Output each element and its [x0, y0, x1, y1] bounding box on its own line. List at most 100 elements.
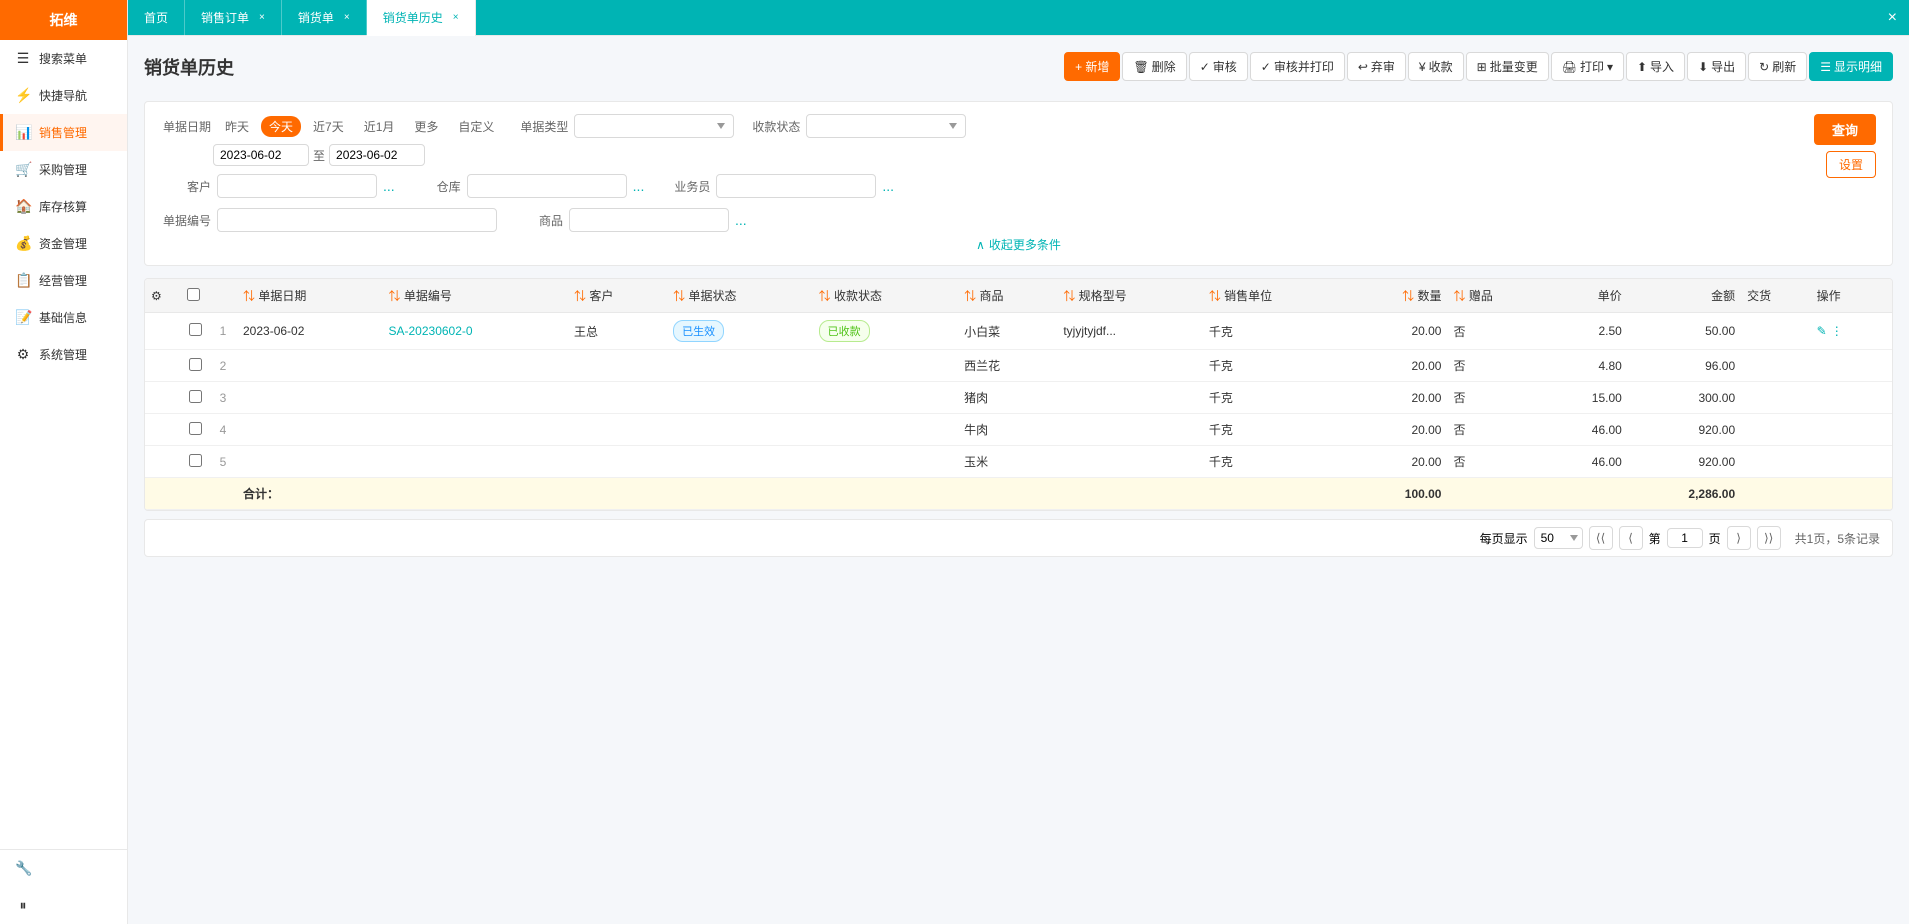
tab-sales-goods[interactable]: 销货单 × [282, 0, 367, 36]
first-page-button[interactable]: ⟨⟨ [1589, 526, 1613, 550]
th-checkbox[interactable] [181, 279, 209, 313]
sidebar-item-purchase-mgmt[interactable]: 🛒 采购管理 [0, 151, 127, 188]
goods-input[interactable] [569, 208, 729, 232]
tab-sales-history[interactable]: 销货单历史 × [367, 0, 476, 36]
filter-settings-button[interactable]: 设置 [1826, 151, 1876, 178]
th-unit[interactable]: ⇅ 销售单位 [1203, 279, 1349, 313]
date-tab-more[interactable]: 更多 [406, 116, 446, 137]
audit-print-button[interactable]: ✓ 审核并打印 [1250, 52, 1345, 81]
th-qty[interactable]: ⇅ 数量 [1348, 279, 1447, 313]
date-tab-today[interactable]: 今天 [261, 116, 301, 137]
delete-button[interactable]: 🗑 删除 [1122, 52, 1186, 81]
row-checkbox[interactable] [189, 422, 202, 435]
td-checkbox[interactable] [181, 414, 209, 446]
sidebar-item-finance[interactable]: 💰 资金管理 [0, 225, 127, 262]
td-date [237, 414, 383, 446]
row-checkbox[interactable] [189, 323, 202, 336]
close-sales-history-icon[interactable]: × [453, 12, 459, 23]
print-button[interactable]: 🖨 打印 ▾ [1551, 52, 1624, 81]
date-tab-1month[interactable]: 近1月 [356, 116, 403, 137]
type-label: 单据类型 [518, 118, 568, 135]
sidebar-bottom-item-1[interactable]: 🔧 [0, 850, 127, 887]
collapse-button[interactable]: ∧ 收起更多条件 [976, 236, 1061, 253]
date-tab-7days[interactable]: 近7天 [305, 116, 352, 137]
date-tab-yesterday[interactable]: 昨天 [217, 116, 257, 137]
goods-dots-btn[interactable]: ... [735, 212, 747, 228]
th-doc-status[interactable]: ⇅ 单据状态 [667, 279, 813, 313]
th-customer[interactable]: ⇅ 客户 [568, 279, 667, 313]
td-unit: 千克 [1203, 446, 1349, 478]
tab-home[interactable]: 首页 [128, 0, 185, 36]
collect-button[interactable]: ¥ 收款 [1408, 52, 1464, 81]
sidebar-item-label: 库存核算 [39, 198, 87, 215]
refresh-button[interactable]: ↻ 刷新 [1748, 52, 1807, 81]
basic-info-icon: 📝 [15, 309, 31, 326]
th-gift[interactable]: ⇅ 赠品 [1447, 279, 1546, 313]
th-docno[interactable]: ⇅ 单据编号 [383, 279, 568, 313]
sidebar-bottom-item-2[interactable]: ⏸ [0, 887, 127, 924]
sort-icon-9: ⇅ [1402, 289, 1414, 303]
table-header-row: ⚙ ⇅ 单据日期 ⇅ 单据编号 ⇅ 客户 ⇅ 单据状态 ⇅ 收款状态 ⇅ 商品 … [145, 279, 1892, 313]
more-action[interactable]: ⋮ [1831, 324, 1843, 338]
close-sales-goods-icon[interactable]: × [344, 12, 350, 23]
bottom-icon-2: ⏸ [15, 897, 31, 914]
page-number-input[interactable] [1667, 528, 1703, 548]
sidebar-item-search-menu[interactable]: ☰ 搜索菜单 [0, 40, 127, 77]
sidebar-item-sys-mgmt[interactable]: ⚙ 系统管理 [0, 336, 127, 373]
th-pay-status[interactable]: ⇅ 收款状态 [813, 279, 959, 313]
row-checkbox[interactable] [189, 358, 202, 371]
warehouse-input[interactable] [467, 174, 627, 198]
td-action: ✎⋮ [1811, 313, 1892, 350]
td-checkbox[interactable] [181, 350, 209, 382]
td-customer [568, 446, 667, 478]
td-checkbox[interactable] [181, 382, 209, 414]
close-sales-order-icon[interactable]: × [259, 12, 265, 23]
payment-select[interactable] [806, 114, 966, 138]
sidebar-item-quick-nav[interactable]: ⚡ 快捷导航 [0, 77, 127, 114]
th-settings[interactable]: ⚙ [145, 279, 181, 313]
tab-sales-order[interactable]: 销售订单 × [185, 0, 282, 36]
prev-page-button[interactable]: ⟨ [1619, 526, 1643, 550]
next-page-button[interactable]: ⟩ [1727, 526, 1751, 550]
salesperson-dots-btn[interactable]: ... [882, 178, 894, 194]
tab-bar-close-icon[interactable]: × [1876, 9, 1909, 27]
td-checkbox[interactable] [181, 313, 209, 350]
export-button[interactable]: ⬇ 导出 [1687, 52, 1746, 81]
edit-action[interactable]: ✎ [1817, 324, 1827, 338]
table-row: 3 猪肉 千克 20.00 否 15.00 300.00 [145, 382, 1892, 414]
salesperson-input[interactable] [716, 174, 876, 198]
new-button[interactable]: + 新增 [1064, 52, 1120, 81]
date-tab-custom[interactable]: 自定义 [450, 116, 502, 137]
filter-payment-item: 收款状态 [750, 114, 966, 138]
select-all-checkbox[interactable] [187, 288, 200, 301]
th-spec[interactable]: ⇅ 规格型号 [1057, 279, 1203, 313]
td-checkbox[interactable] [181, 446, 209, 478]
docno-input[interactable] [217, 208, 497, 232]
th-goods[interactable]: ⇅ 商品 [958, 279, 1057, 313]
date-from-input[interactable] [213, 144, 309, 166]
customer-input[interactable] [217, 174, 377, 198]
th-action: 操作 [1811, 279, 1892, 313]
sidebar-item-basic-info[interactable]: 📝 基础信息 [0, 299, 127, 336]
last-page-button[interactable]: ⟩⟩ [1757, 526, 1781, 550]
date-range: 昨天 今天 近7天 近1月 更多 自定义 [217, 116, 502, 137]
row-checkbox[interactable] [189, 454, 202, 467]
th-date[interactable]: ⇅ 单据日期 [237, 279, 383, 313]
abandon-button[interactable]: ↩ 弃审 [1347, 52, 1406, 81]
import-button[interactable]: ⬆ 导入 [1626, 52, 1685, 81]
sidebar-item-ops[interactable]: 📋 经营管理 [0, 262, 127, 299]
batch-change-button[interactable]: ⊞ 批量变更 [1466, 52, 1549, 81]
date-to-input[interactable] [329, 144, 425, 166]
audit-button[interactable]: ✓ 审核 [1189, 52, 1248, 81]
sidebar-item-sales-mgmt[interactable]: 📊 销售管理 [0, 114, 127, 151]
customer-dots-btn[interactable]: ... [383, 178, 395, 194]
type-select[interactable] [574, 114, 734, 138]
th-num [209, 279, 237, 313]
page-size-select[interactable]: 50 100 200 [1534, 527, 1583, 549]
detail-icon: ☰ [1820, 60, 1831, 74]
query-button[interactable]: 查询 [1814, 114, 1876, 145]
warehouse-dots-btn[interactable]: ... [633, 178, 645, 194]
row-checkbox[interactable] [189, 390, 202, 403]
show-detail-button[interactable]: ☰ 显示明细 [1809, 52, 1893, 81]
sidebar-item-inventory[interactable]: 🏠 库存核算 [0, 188, 127, 225]
